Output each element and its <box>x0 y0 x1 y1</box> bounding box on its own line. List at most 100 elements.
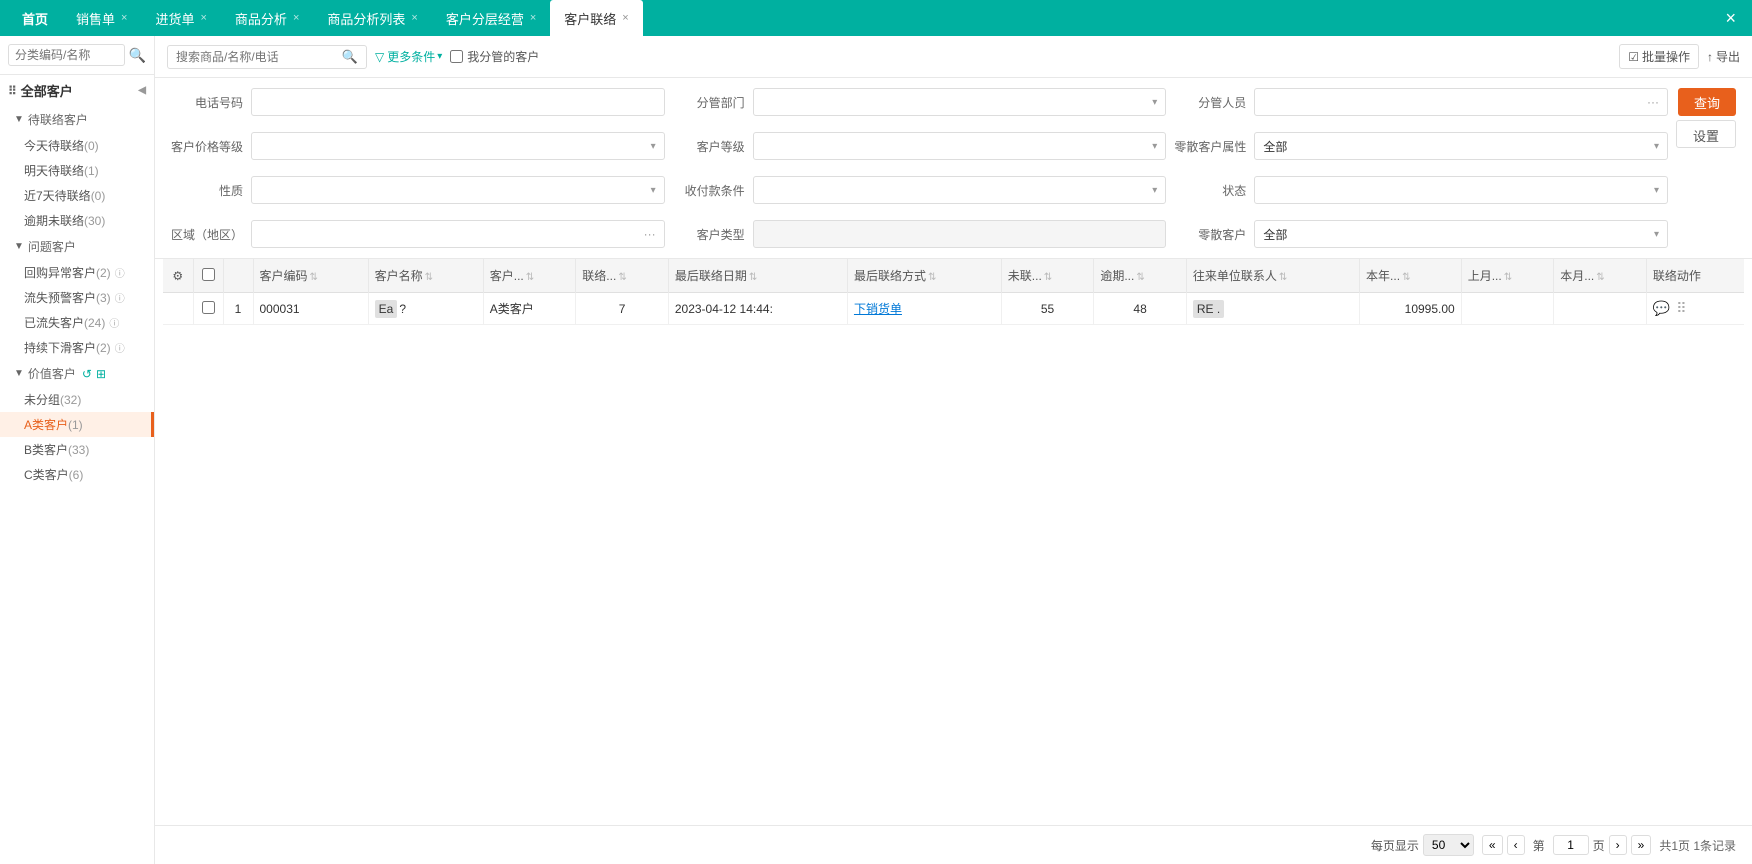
class-b-label: B类客户 <box>24 443 68 457</box>
nav-item-customer-contact[interactable]: 客户联络 × <box>550 0 642 36</box>
my-customers-checkbox[interactable]: 我分管的客户 <box>450 48 539 65</box>
nav-item-home[interactable]: 首页 <box>8 0 62 36</box>
filter-search-icon[interactable]: 🔍 <box>342 49 358 65</box>
th-last-contact-date[interactable]: 最后联络日期⇅ <box>668 259 847 293</box>
chat-icon[interactable]: 💬 <box>1653 300 1670 317</box>
th-customer-type[interactable]: 客户...⇅ <box>483 259 576 293</box>
prev-page-btn[interactable]: ‹ <box>1507 835 1525 855</box>
th-company-contact[interactable]: 往来单位联系人⇅ <box>1186 259 1359 293</box>
last-page-btn[interactable]: » <box>1631 835 1652 855</box>
select-all-checkbox[interactable] <box>202 268 215 281</box>
sidebar-item-class-a[interactable]: A类客户(1) <box>0 412 154 437</box>
refresh-icon[interactable]: ↺ <box>82 367 92 381</box>
my-customers-check[interactable] <box>450 50 463 63</box>
sidebar-item-class-c[interactable]: C类客户(6) <box>0 462 154 487</box>
close-all-tabs[interactable]: × <box>1717 8 1744 29</box>
qr-icon[interactable]: ⠿ <box>1676 300 1686 317</box>
th-company-contact-label: 往来单位联系人 <box>1193 269 1277 283</box>
sidebar-item-unclassified[interactable]: 未分组(32) <box>0 387 154 412</box>
page-input[interactable] <box>1553 835 1589 855</box>
th-current-month[interactable]: 本月...⇅ <box>1554 259 1647 293</box>
more-conditions-btn[interactable]: ▽ 更多条件 ▾ <box>375 48 442 65</box>
th-current-year[interactable]: 本年...⇅ <box>1360 259 1462 293</box>
phone-input[interactable] <box>251 88 665 116</box>
price-level-select[interactable]: ▾ <box>251 132 665 160</box>
filter-search-input[interactable] <box>176 50 342 64</box>
sidebar-item-7days[interactable]: 近7天待联络(0) <box>0 183 154 208</box>
th-check[interactable] <box>193 259 223 293</box>
nature-chevron-icon: ▾ <box>651 185 656 196</box>
nav-close-product-analysis-list[interactable]: × <box>411 12 417 24</box>
manager-select[interactable]: ··· <box>1254 88 1668 116</box>
add-group-icon[interactable]: ⊞ <box>96 367 106 381</box>
nav-item-customer-segment[interactable]: 客户分层经营 × <box>432 0 550 36</box>
filter-field-retail-customer: 零散客户 全部 ▾ <box>1174 220 1668 248</box>
td-last-contact-method[interactable]: 下销货单 <box>847 293 1001 325</box>
sidebar-group-value-customers[interactable]: ▼ 价值客户 ↺ ⊞ <box>0 360 154 387</box>
batch-ops-label: 批量操作 <box>1642 48 1690 65</box>
nav-close-sales-order[interactable]: × <box>121 12 127 24</box>
td-check[interactable] <box>193 293 223 325</box>
batch-ops-btn[interactable]: ☑ 批量操作 <box>1619 44 1699 69</box>
nav-sales-order-label: 销售单 <box>76 9 115 28</box>
sidebar-item-tomorrow[interactable]: 明天待联络(1) <box>0 158 154 183</box>
nav-close-customer-segment[interactable]: × <box>530 12 536 24</box>
sidebar-item-lost[interactable]: 已流失客户(24)ⓘ <box>0 310 154 335</box>
filter-row-2: 客户价格等级 ▾ 客户等级 ▾ <box>171 132 1668 160</box>
sidebar-item-today[interactable]: 今天待联络(0) <box>0 133 154 158</box>
nav-item-sales-order[interactable]: 销售单 × <box>62 0 141 36</box>
dept-select[interactable]: ▾ <box>753 88 1167 116</box>
today-count: (0) <box>84 139 99 153</box>
next-page-btn[interactable]: › <box>1609 835 1627 855</box>
nav-close-product-analysis[interactable]: × <box>293 12 299 24</box>
last-contact-method-link[interactable]: 下销货单 <box>854 302 902 316</box>
sidebar-collapse-icon[interactable]: ◀ <box>138 85 146 96</box>
page-size-select[interactable]: 50 100 200 <box>1423 834 1474 856</box>
th-no-contact[interactable]: 未联...⇅ <box>1001 259 1094 293</box>
nav-item-purchase-order[interactable]: 进货单 × <box>141 0 220 36</box>
th-gear[interactable]: ⚙ <box>163 259 193 293</box>
sidebar-item-continuous-decline[interactable]: 持续下滑客户(2)ⓘ <box>0 335 154 360</box>
settings-button[interactable]: 设置 <box>1676 120 1736 148</box>
sidebar-item-overdue[interactable]: 逾期未联络(30) <box>0 208 154 233</box>
th-customer-name[interactable]: 客户名称⇅ <box>368 259 483 293</box>
retail-attr-select[interactable]: 全部 ▾ <box>1254 132 1668 160</box>
nature-select[interactable]: ▾ <box>251 176 665 204</box>
th-last-contact-method[interactable]: 最后联络方式⇅ <box>847 259 1001 293</box>
customer-type-input[interactable] <box>753 220 1167 248</box>
query-button[interactable]: 查询 <box>1678 88 1736 116</box>
th-customer-code[interactable]: 客户编码⇅ <box>253 259 368 293</box>
th-last-month[interactable]: 上月...⇅ <box>1461 259 1554 293</box>
nav-close-customer-contact[interactable]: × <box>622 12 628 24</box>
sidebar-item-lost-potential[interactable]: 流失预警客户(3)ⓘ <box>0 285 154 310</box>
main-layout: 🔍 ⠿ 全部客户 ◀ ▼ 待联络客户 今天待联络(0) 明天待联络(1) 近7天… <box>0 36 1752 864</box>
sort-icon-last-month: ⇅ <box>1504 272 1512 283</box>
th-contact-count[interactable]: 联络...⇅ <box>576 259 669 293</box>
sidebar-group-problem-customers[interactable]: ▼ 问题客户 <box>0 233 154 260</box>
sidebar-all-customers[interactable]: ⠿ 全部客户 ◀ <box>0 75 154 106</box>
td-no-contact: 55 <box>1001 293 1094 325</box>
sidebar-group-pending-contact[interactable]: ▼ 待联络客户 <box>0 106 154 133</box>
region-label: 区域（地区） <box>171 226 251 243</box>
filter-bar: 🔍 ▽ 更多条件 ▾ 我分管的客户 ☑ 批量操作 ↑ 导出 <box>155 36 1752 78</box>
sidebar-item-class-b[interactable]: B类客户(33) <box>0 437 154 462</box>
nav-item-product-analysis[interactable]: 商品分析 × <box>221 0 313 36</box>
region-select[interactable]: ··· <box>251 220 665 248</box>
sidebar-item-repeat-abnormal[interactable]: 回购异常客户(2)ⓘ <box>0 260 154 285</box>
export-btn[interactable]: ↑ 导出 <box>1707 48 1740 65</box>
first-page-btn[interactable]: « <box>1482 835 1503 855</box>
nav-item-product-analysis-list[interactable]: 商品分析列表 × <box>313 0 431 36</box>
td-customer-name: Ea? <box>368 293 483 325</box>
status-select[interactable]: ▾ <box>1254 176 1668 204</box>
sidebar-search-input[interactable] <box>8 44 125 66</box>
row-checkbox[interactable] <box>202 301 215 314</box>
th-overdue[interactable]: 逾期...⇅ <box>1094 259 1187 293</box>
filter-field-retail-attr: 零散客户属性 全部 ▾ <box>1174 132 1668 160</box>
customer-level-select[interactable]: ▾ <box>753 132 1167 160</box>
payment-select[interactable]: ▾ <box>753 176 1167 204</box>
retail-customer-select[interactable]: 全部 ▾ <box>1254 220 1668 248</box>
table-footer: 每页显示 50 100 200 « ‹ 第 页 › » 共1页 1条记录 <box>155 825 1752 864</box>
tomorrow-label: 明天待联络 <box>24 164 84 178</box>
nav-close-purchase-order[interactable]: × <box>200 12 206 24</box>
sidebar-search-icon[interactable]: 🔍 <box>129 47 146 64</box>
